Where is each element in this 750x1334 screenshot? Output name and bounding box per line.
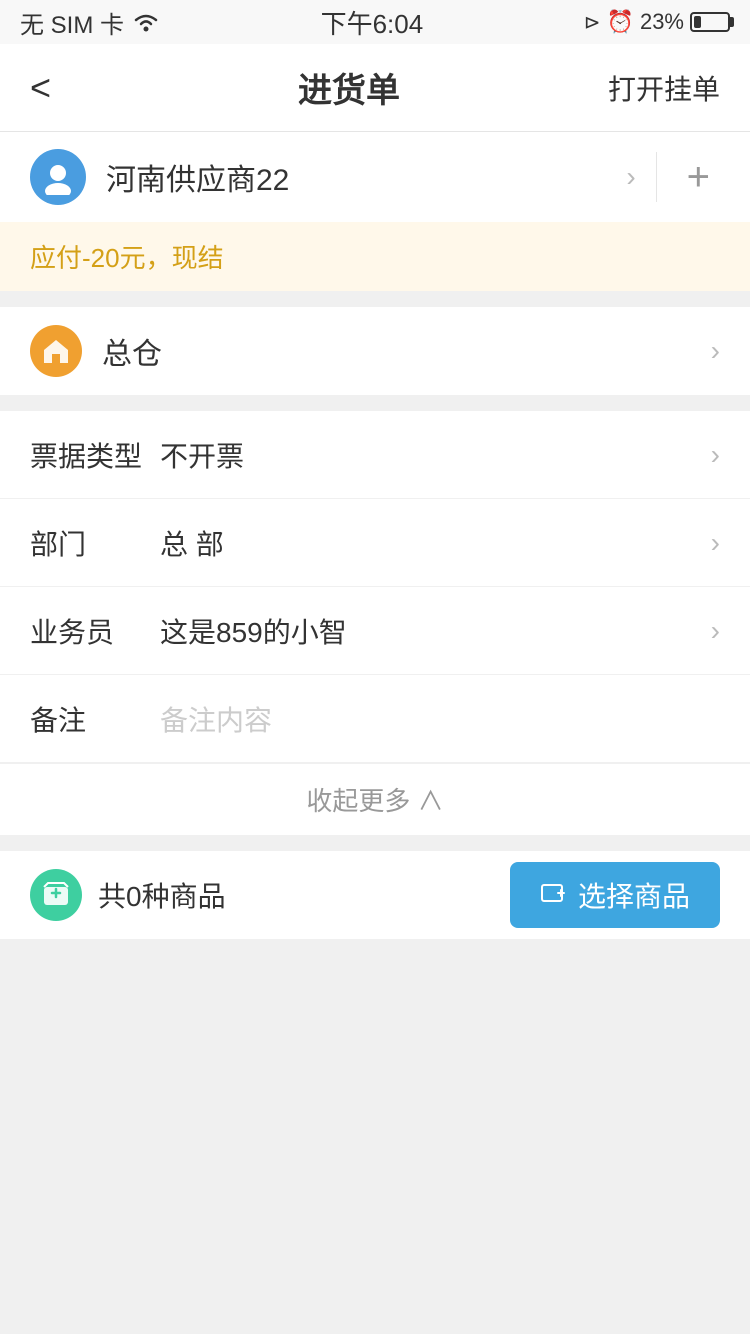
supplier-chevron-icon: ›: [626, 161, 635, 193]
add-supplier-button[interactable]: +: [677, 155, 720, 200]
status-left: 无 SIM 卡: [20, 5, 160, 40]
form-row-remark[interactable]: 备注 备注内容: [0, 675, 750, 763]
salesperson-chevron-icon: ›: [711, 615, 720, 647]
salesperson-label: 业务员: [30, 611, 150, 651]
bottom-left: 共0种商品: [30, 869, 226, 921]
status-bar: 无 SIM 卡 下午6:04 ⊳ ⏰ 23%: [0, 0, 750, 44]
remark-label: 备注: [30, 699, 150, 739]
supplier-avatar: [30, 149, 86, 205]
warehouse-chevron-icon: ›: [711, 335, 720, 367]
warehouse-label: 总仓: [102, 329, 711, 373]
form-row-department[interactable]: 部门 总 部 ›: [0, 499, 750, 587]
department-chevron-icon: ›: [711, 527, 720, 559]
warehouse-icon: [30, 325, 82, 377]
battery-fill: [694, 16, 701, 28]
location-icon: ⊳: [584, 10, 601, 35]
form-row-salesperson[interactable]: 业务员 这是859的小智 ›: [0, 587, 750, 675]
warehouse-card: 总仓 ›: [0, 307, 750, 395]
collapse-button[interactable]: 收起更多 ∧: [0, 763, 750, 835]
warehouse-row[interactable]: 总仓 ›: [0, 307, 750, 395]
home-icon: [41, 336, 71, 366]
back-button[interactable]: <: [30, 67, 90, 109]
remark-placeholder[interactable]: 备注内容: [150, 699, 720, 739]
department-label: 部门: [30, 523, 150, 563]
salesperson-value: 这是859的小智: [150, 611, 711, 651]
carrier-text: 无 SIM 卡: [20, 5, 124, 40]
status-right: ⊳ ⏰ 23%: [584, 9, 730, 35]
wifi-icon: [132, 12, 160, 32]
supplier-name: 河南供应商22: [106, 155, 626, 199]
ticket-value: 不开票: [150, 435, 711, 475]
product-count-icon: [30, 869, 82, 921]
product-count-text: 共0种商品: [98, 875, 226, 915]
open-pending-button[interactable]: 打开挂单: [608, 68, 720, 108]
select-product-label: 选择商品: [578, 875, 690, 915]
alarm-icon: ⏰: [607, 9, 634, 35]
supplier-row[interactable]: 河南供应商22 › +: [0, 132, 750, 222]
collapse-label: 收起更多 ∧: [306, 781, 443, 818]
department-value: 总 部: [150, 523, 711, 563]
cart-icon: [40, 879, 72, 911]
supplier-notice: 应付-20元，现结: [0, 222, 750, 291]
form-section: 票据类型 不开票 › 部门 总 部 › 业务员 这是859的小智 › 备注 备注…: [0, 411, 750, 835]
select-product-icon: [540, 881, 568, 909]
nav-bar: < 进货单 打开挂单: [0, 44, 750, 132]
form-row-ticket[interactable]: 票据类型 不开票 ›: [0, 411, 750, 499]
select-product-button[interactable]: 选择商品: [510, 862, 720, 928]
page-title: 进货单: [298, 63, 400, 112]
status-time: 下午6:04: [321, 4, 424, 41]
battery-percentage: 23%: [640, 9, 684, 35]
battery-icon: [690, 12, 730, 32]
content: 河南供应商22 › + 应付-20元，现结 总仓 › 票据类型 不开票 ›: [0, 132, 750, 1239]
ticket-label: 票据类型: [30, 435, 150, 475]
ticket-chevron-icon: ›: [711, 439, 720, 471]
bottom-bar: 共0种商品 选择商品: [0, 851, 750, 939]
supplier-card: 河南供应商22 › + 应付-20元，现结: [0, 132, 750, 291]
avatar-icon: [40, 159, 76, 195]
supplier-divider: [656, 152, 657, 202]
page-remainder: [0, 939, 750, 1239]
